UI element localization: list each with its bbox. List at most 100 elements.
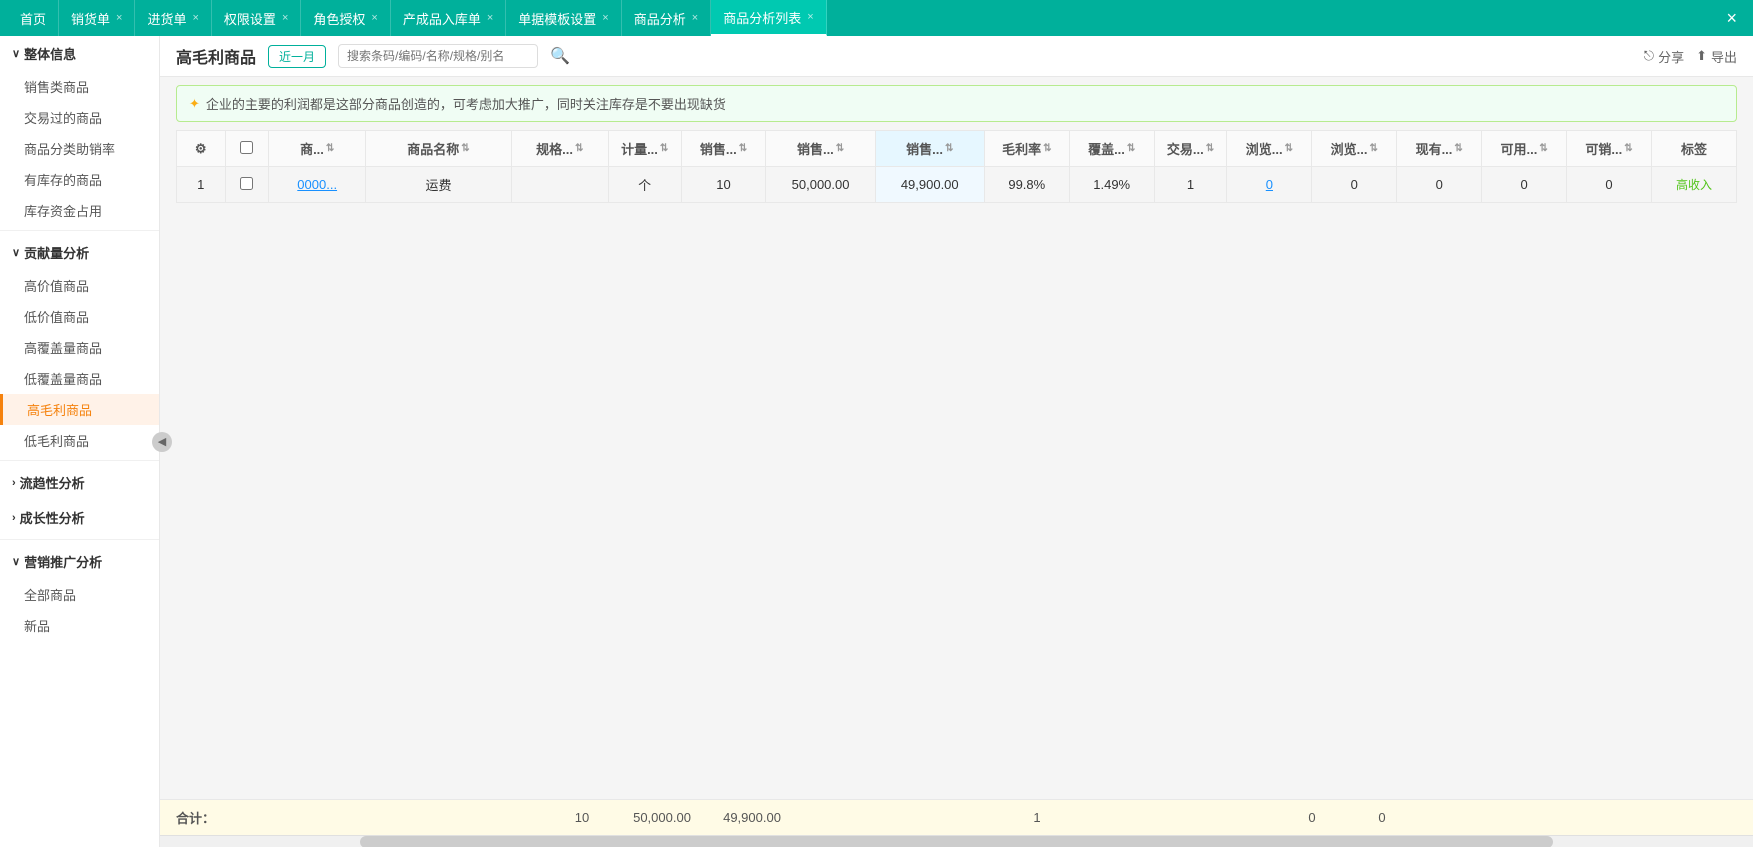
tab-home[interactable]: 首页 xyxy=(8,0,59,36)
sort-sales-profit-icon: ⇅ xyxy=(945,143,953,154)
search-input[interactable] xyxy=(338,44,538,68)
tab-production-close[interactable]: × xyxy=(487,12,493,24)
cell-browse2: 0 xyxy=(1312,167,1397,203)
tab-permission[interactable]: 权限设置 × xyxy=(212,0,301,36)
cell-stock: 0 xyxy=(1397,167,1482,203)
info-banner: ✦ 企业的主要的利润都是这部分商品创造的，可考虑加大推广，同时关注库存是不要出现… xyxy=(176,85,1737,122)
row-checkbox[interactable] xyxy=(240,177,253,190)
tab-template[interactable]: 单据模板设置 × xyxy=(506,0,621,36)
tab-analysis-list[interactable]: 商品分析列表 × xyxy=(711,0,826,36)
footer-profit: 49,900.00 xyxy=(707,810,797,825)
th-name[interactable]: 商品名称 ⇅ xyxy=(366,131,512,167)
sort-trade-icon: ⇅ xyxy=(1206,143,1214,154)
footer-qty: 10 xyxy=(547,810,617,825)
th-browse2[interactable]: 浏览... ⇅ xyxy=(1312,131,1397,167)
tab-production[interactable]: 产成品入库单 × xyxy=(391,0,506,36)
tab-sales-order-close[interactable]: × xyxy=(116,12,122,24)
th-trade[interactable]: 交易... ⇅ xyxy=(1154,131,1227,167)
sidebar-item-low-coverage[interactable]: 低覆盖量商品 xyxy=(0,363,159,394)
sidebar-item-in-stock[interactable]: 有库存的商品 xyxy=(0,164,159,195)
sidebar-collapse-btn[interactable]: ◀ xyxy=(152,432,172,452)
sort-spec-icon: ⇅ xyxy=(575,143,583,154)
th-unit[interactable]: 计量... ⇅ xyxy=(608,131,681,167)
horizontal-scrollbar[interactable] xyxy=(160,835,1753,847)
header-checkbox[interactable] xyxy=(240,141,253,154)
footer-stock: 0 xyxy=(1277,810,1347,825)
share-icon: ⎋ xyxy=(1644,48,1654,64)
sidebar-group-marketing[interactable]: ∨ 营销推广分析 xyxy=(0,544,159,579)
sidebar-item-high-margin[interactable]: 高毛利商品 xyxy=(0,394,159,425)
cell-coverage: 1.49% xyxy=(1069,167,1154,203)
tab-purchase-close[interactable]: × xyxy=(192,12,198,24)
scrollbar-thumb[interactable] xyxy=(360,836,1553,847)
sidebar-item-category-rate[interactable]: 商品分类助销率 xyxy=(0,133,159,164)
cell-spec xyxy=(511,167,608,203)
cell-unit: 个 xyxy=(608,167,681,203)
tab-purchase-order[interactable]: 进货单 × xyxy=(135,0,211,36)
sidebar-group-contribution[interactable]: ∨ 贡献量分析 xyxy=(0,235,159,270)
th-gross-rate[interactable]: 毛利率 ⇅ xyxy=(984,131,1069,167)
sidebar-item-low-margin[interactable]: 低毛利商品 xyxy=(0,425,159,456)
sidebar-item-high-value[interactable]: 高价值商品 xyxy=(0,270,159,301)
tab-permission-close[interactable]: × xyxy=(282,12,288,24)
th-check[interactable] xyxy=(225,131,269,167)
cell-check[interactable] xyxy=(225,167,269,203)
footer-summary: 合计： 10 50,000.00 49,900.00 1 0 0 xyxy=(160,799,1753,835)
sidebar-item-sales-goods[interactable]: 销售类商品 xyxy=(0,71,159,102)
tab-sales-order[interactable]: 销货单 × xyxy=(59,0,135,36)
tab-analysis-list-close[interactable]: × xyxy=(807,11,813,23)
export-icon: ⬆ xyxy=(1696,48,1707,64)
sidebar-group-flow[interactable]: › 流趋性分析 xyxy=(0,465,159,500)
cell-browse1[interactable]: 0 xyxy=(1227,167,1312,203)
footer-available: 0 xyxy=(1347,810,1417,825)
search-icon[interactable]: 🔍 xyxy=(550,46,570,66)
th-sales-profit[interactable]: 销售... ⇅ xyxy=(875,131,984,167)
sort-sales-amount-icon: ⇅ xyxy=(836,143,844,154)
cell-index: 1 xyxy=(177,167,226,203)
cell-sales-amount: 50,000.00 xyxy=(766,167,875,203)
page-title: 高毛利商品 xyxy=(176,44,256,68)
tab-role[interactable]: 角色授权 × xyxy=(301,0,390,36)
sidebar: ∨ 整体信息 销售类商品 交易过的商品 商品分类助销率 有库存的商品 库存资金占… xyxy=(0,36,160,847)
th-saleable[interactable]: 可销... ⇅ xyxy=(1567,131,1652,167)
th-browse1[interactable]: 浏览... ⇅ xyxy=(1227,131,1312,167)
th-stock[interactable]: 现有... ⇅ xyxy=(1397,131,1482,167)
th-code[interactable]: 商... ⇅ xyxy=(269,131,366,167)
tab-analysis-close[interactable]: × xyxy=(692,12,698,24)
table-container: ⚙ 商... ⇅ 商品名称 xyxy=(160,130,1753,799)
sidebar-group-growth[interactable]: › 成长性分析 xyxy=(0,500,159,535)
th-sales-amount[interactable]: 销售... ⇅ xyxy=(766,131,875,167)
group-growth-arrow: › xyxy=(12,512,16,524)
window-close-btn[interactable]: × xyxy=(1718,8,1745,29)
th-coverage[interactable]: 覆盖... ⇅ xyxy=(1069,131,1154,167)
sidebar-group-overall[interactable]: ∨ 整体信息 xyxy=(0,36,159,71)
sidebar-item-high-coverage[interactable]: 高覆盖量商品 xyxy=(0,332,159,363)
th-spec[interactable]: 规格... ⇅ xyxy=(511,131,608,167)
cell-sales-qty: 10 xyxy=(681,167,766,203)
cell-tag: 高收入 xyxy=(1651,167,1736,203)
sidebar-item-all-goods[interactable]: 全部商品 xyxy=(0,579,159,610)
th-sales-qty[interactable]: 销售... ⇅ xyxy=(681,131,766,167)
th-settings[interactable]: ⚙ xyxy=(177,131,226,167)
sidebar-item-stock-fund[interactable]: 库存资金占用 xyxy=(0,195,159,226)
share-btn[interactable]: ⎋ 分享 xyxy=(1644,47,1684,66)
footer-spacer2 xyxy=(797,810,1007,825)
time-filter-btn[interactable]: 近一月 xyxy=(268,45,326,68)
th-available[interactable]: 可用... ⇅ xyxy=(1482,131,1567,167)
cell-trade: 1 xyxy=(1154,167,1227,203)
export-btn[interactable]: ⬆ 导出 xyxy=(1696,47,1737,66)
tab-role-close[interactable]: × xyxy=(371,12,377,24)
divider-1 xyxy=(0,230,159,231)
sort-sales-qty-icon: ⇅ xyxy=(739,143,747,154)
table-row: 1 0000... 运费 xyxy=(177,167,1737,203)
tab-analysis[interactable]: 商品分析 × xyxy=(622,0,711,36)
tab-template-close[interactable]: × xyxy=(602,12,608,24)
sidebar-item-traded-goods[interactable]: 交易过的商品 xyxy=(0,102,159,133)
sidebar-item-new-goods[interactable]: 新品 xyxy=(0,610,159,641)
group-marketing-arrow: ∨ xyxy=(12,555,20,568)
cell-code[interactable]: 0000... xyxy=(269,167,366,203)
group-overall-arrow: ∨ xyxy=(12,47,20,60)
sidebar-item-low-value[interactable]: 低价值商品 xyxy=(0,301,159,332)
tab-bar: 首页 销货单 × 进货单 × 权限设置 × 角色授权 × 产成品入库单 × 单据… xyxy=(0,0,1753,36)
sort-browse2-icon: ⇅ xyxy=(1370,143,1378,154)
